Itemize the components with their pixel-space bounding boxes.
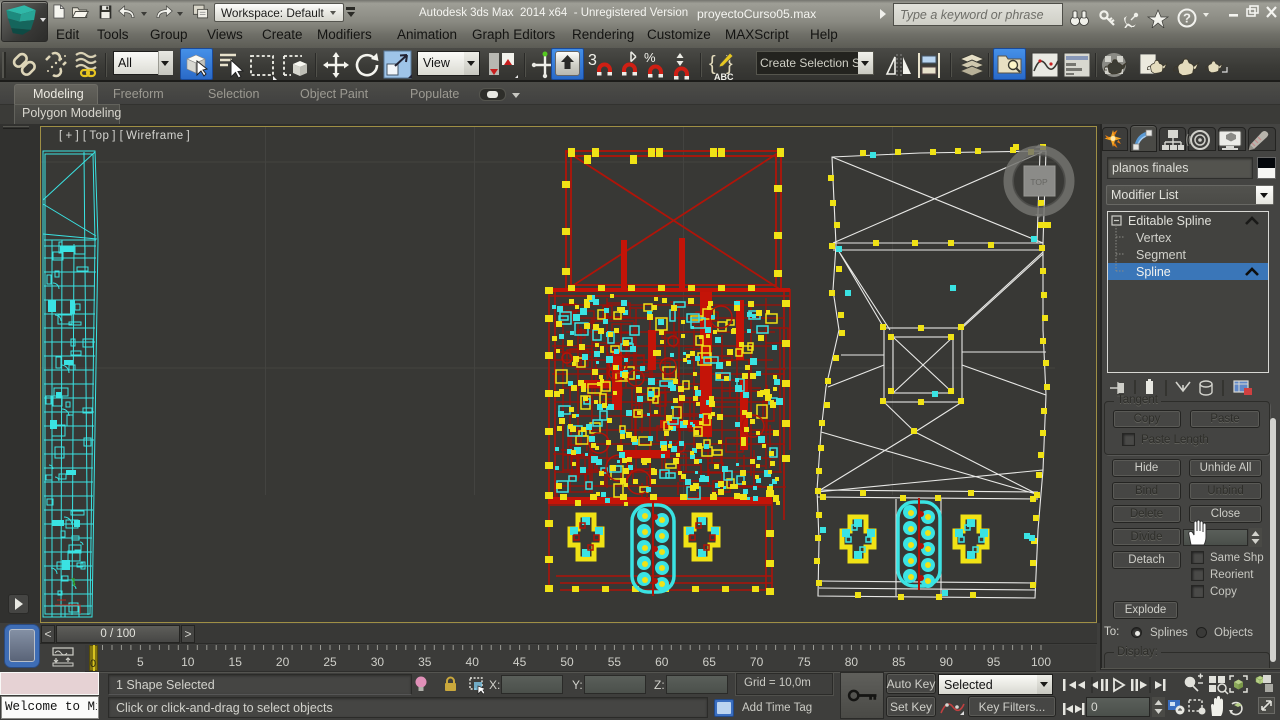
- svg-text:Editable Spline: Editable Spline: [1128, 214, 1211, 228]
- svg-text:Segment: Segment: [1136, 248, 1187, 262]
- svg-text:60: 60: [655, 655, 669, 669]
- svg-text:55: 55: [608, 655, 622, 669]
- svg-text:15: 15: [229, 655, 243, 669]
- svg-text:10: 10: [181, 655, 195, 669]
- svg-text:65: 65: [703, 655, 717, 669]
- svg-text:80: 80: [845, 655, 859, 669]
- svg-text:85: 85: [892, 655, 906, 669]
- svg-text:Spline: Spline: [1136, 265, 1171, 279]
- svg-text:20: 20: [276, 655, 290, 669]
- svg-text:100: 100: [1031, 655, 1051, 669]
- svg-text:95: 95: [987, 655, 1001, 669]
- svg-text:40: 40: [466, 655, 480, 669]
- svg-text:75: 75: [797, 655, 811, 669]
- svg-text:%: %: [644, 50, 656, 65]
- svg-text:3: 3: [588, 52, 597, 69]
- svg-text:30: 30: [371, 655, 385, 669]
- svg-text:50: 50: [560, 655, 574, 669]
- svg-text:45: 45: [513, 655, 527, 669]
- svg-text:?: ?: [1183, 11, 1191, 26]
- svg-text:25: 25: [323, 655, 337, 669]
- svg-text:TOP: TOP: [1030, 177, 1048, 187]
- svg-text:70: 70: [750, 655, 764, 669]
- svg-text:ABC: ABC: [714, 72, 734, 81]
- svg-text:Vertex: Vertex: [1136, 231, 1172, 245]
- svg-text:90: 90: [940, 655, 954, 669]
- svg-text:35: 35: [418, 655, 432, 669]
- svg-text:5: 5: [137, 655, 144, 669]
